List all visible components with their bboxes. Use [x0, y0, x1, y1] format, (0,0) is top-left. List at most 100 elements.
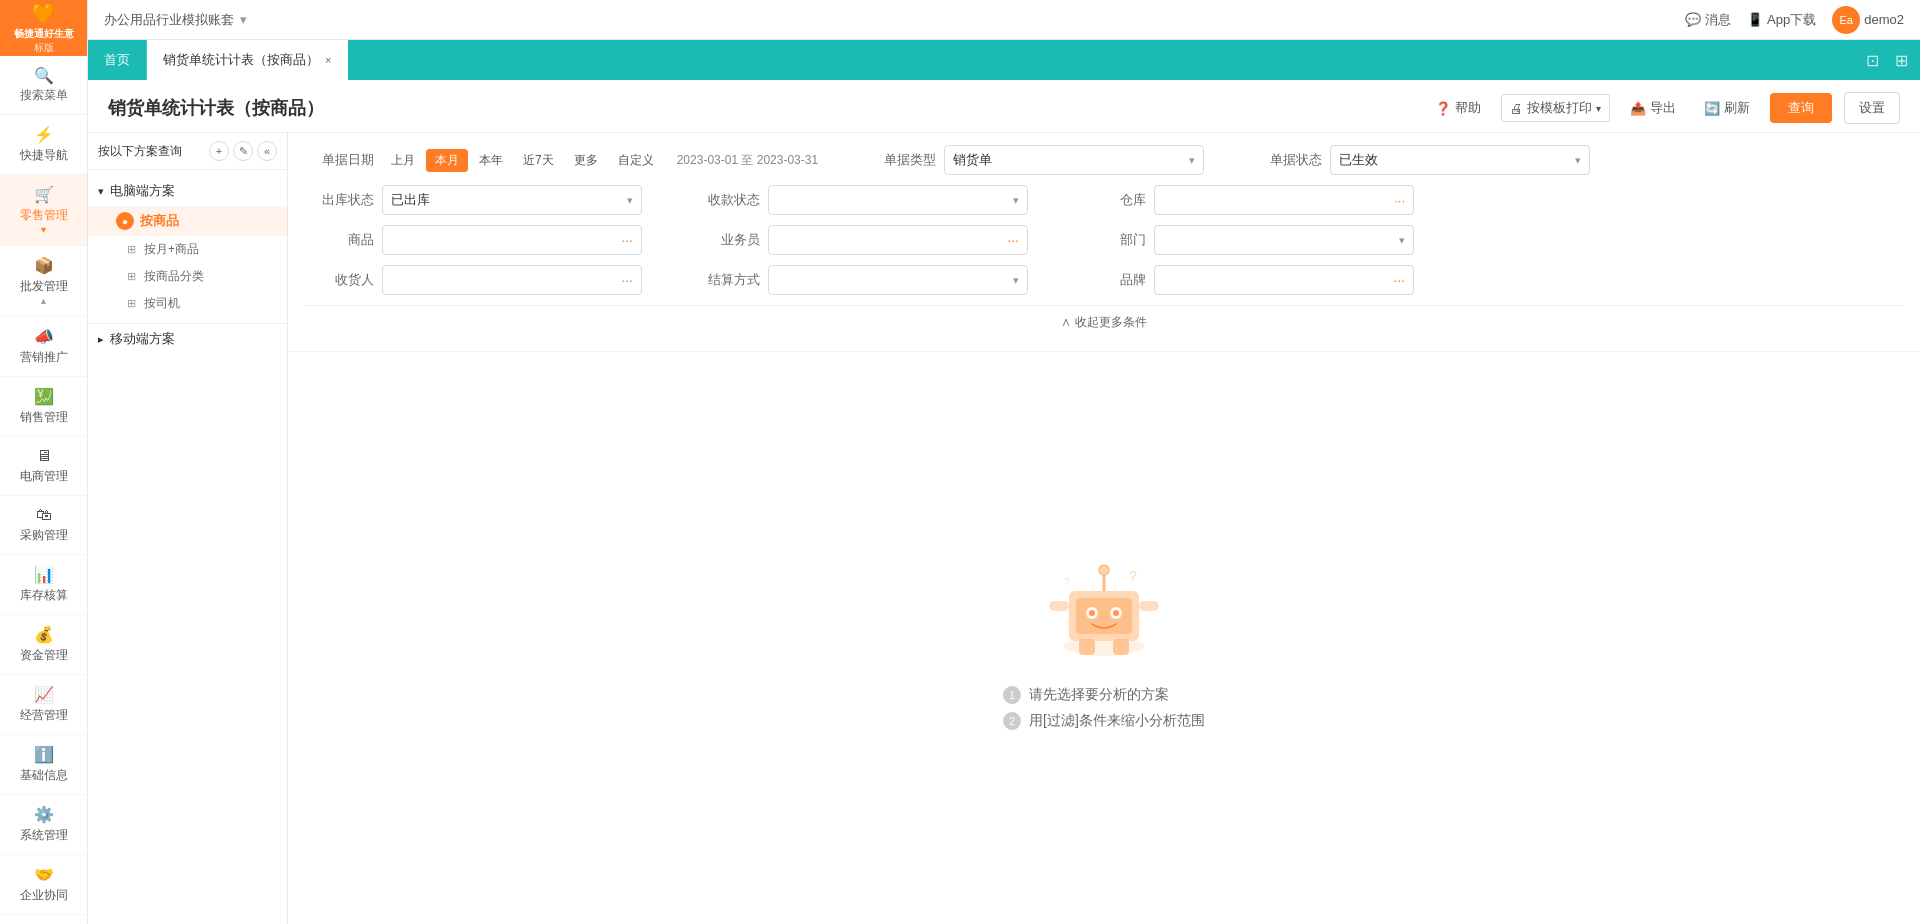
main-area: 办公用品行业模拟账套 ▾ 💬 消息 📱 App下载 Ea demo2 首页 — [88, 0, 1920, 924]
tab-close-icon[interactable]: × — [325, 54, 331, 66]
clerk-dots[interactable]: ··· — [1007, 232, 1019, 248]
pc-scheme-group[interactable]: ▾ 电脑端方案 — [88, 176, 287, 206]
user-menu[interactable]: Ea demo2 — [1832, 6, 1904, 34]
date-tab-7days[interactable]: 近7天 — [514, 149, 563, 172]
recipient-label: 收货人 — [304, 271, 374, 289]
tab-home[interactable]: 首页 — [88, 40, 147, 80]
sidebar-item-operations[interactable]: 📈 经营管理 — [0, 675, 87, 735]
sidebar-item-ecommerce[interactable]: 🖥 电商管理 — [0, 437, 87, 496]
add-scheme-button[interactable]: + — [209, 141, 229, 161]
logo-icon: 🧡 — [31, 1, 56, 25]
sidebar-item-collab[interactable]: 🤝 企业协同 — [0, 855, 87, 915]
scheme-item-by-goods[interactable]: ● 按商品 — [88, 206, 287, 236]
doc-type-select[interactable]: 销货单 ▾ — [944, 145, 1204, 175]
date-tab-this-year[interactable]: 本年 — [470, 149, 512, 172]
scheme-sub-driver[interactable]: ⊞ 按司机 — [88, 290, 287, 317]
out-status-chevron: ▾ — [627, 194, 633, 207]
brand-input[interactable]: ··· — [1154, 265, 1414, 295]
top-header: 办公用品行业模拟账套 ▾ 💬 消息 📱 App下载 Ea demo2 — [88, 0, 1920, 40]
settings-button[interactable]: 设置 — [1844, 92, 1900, 124]
date-tab-more[interactable]: 更多 — [565, 149, 607, 172]
user-avatar: Ea — [1832, 6, 1860, 34]
goods-dots[interactable]: ··· — [621, 232, 633, 248]
industry-label[interactable]: 办公用品行业模拟账套 ▾ — [104, 11, 247, 29]
content-area: 销货单统计计表（按商品） ❓ 帮助 🖨 按模板打印 ▾ 📤 导出 — [88, 80, 1920, 924]
sidebar-item-system[interactable]: ⚙️ 系统管理 — [0, 795, 87, 855]
sidebar-item-marketing[interactable]: 📣 营销推广 — [0, 317, 87, 377]
date-filter-label: 单据日期 — [304, 151, 374, 169]
export-button[interactable]: 📤 导出 — [1622, 95, 1684, 121]
sidebar-item-finance[interactable]: 💰 资金管理 — [0, 615, 87, 675]
query-button[interactable]: 查询 — [1770, 93, 1832, 123]
sidebar-item-wholesale[interactable]: 📦 批发管理 ▴ — [0, 246, 87, 317]
print-button[interactable]: 🖨 按模板打印 ▾ — [1501, 94, 1610, 122]
date-tab-last-month[interactable]: 上月 — [382, 149, 424, 172]
empty-tips: 1 请先选择要分析的方案 2 用[过滤]条件来缩小分析范围 — [1003, 686, 1205, 730]
sidebar-item-quick-nav[interactable]: ⚡ 快捷导航 — [0, 115, 87, 175]
doc-status-chevron: ▾ — [1575, 154, 1581, 167]
export-label: 导出 — [1650, 99, 1676, 117]
app-download-button[interactable]: 📱 App下载 — [1747, 11, 1816, 29]
date-range: 2023-03-01 至 2023-03-31 — [677, 152, 818, 169]
active-scheme-label: 按商品 — [140, 212, 179, 230]
date-tab-this-month[interactable]: 本月 — [426, 149, 468, 172]
goods-label: 商品 — [304, 231, 374, 249]
sub-label-2: 按商品分类 — [144, 268, 204, 285]
header-actions: 💬 消息 📱 App下载 Ea demo2 — [1685, 6, 1904, 34]
collapse-panel-button[interactable]: « — [257, 141, 277, 161]
industry-dropdown-icon[interactable]: ▾ — [240, 12, 247, 27]
settle-select[interactable]: ▾ — [768, 265, 1028, 295]
goods-input[interactable]: ··· — [382, 225, 642, 255]
sub-icon-3: ⊞ — [124, 297, 138, 311]
svg-point-5 — [1089, 610, 1095, 616]
sidebar-item-retail[interactable]: 🛒 零售管理 ▾ — [0, 175, 87, 246]
sidebar-item-guide[interactable]: 🎯 新手引导 — [0, 915, 87, 924]
refresh-button[interactable]: 🔄 刷新 — [1696, 95, 1758, 121]
message-label: 消息 — [1705, 11, 1731, 29]
date-tab-custom[interactable]: 自定义 — [609, 149, 663, 172]
brand-dots[interactable]: ··· — [1393, 272, 1405, 288]
tab-active-label: 销货单统计计表（按商品） — [163, 51, 319, 69]
warehouse-select[interactable]: ··· — [1154, 185, 1414, 215]
search-menu-item[interactable]: 🔍 搜索菜单 — [0, 56, 87, 115]
dept-select[interactable]: ▾ — [1154, 225, 1414, 255]
scheme-sub-goods-category[interactable]: ⊞ 按商品分类 — [88, 263, 287, 290]
filter-row-2: 出库状态 已出库 ▾ 收款状态 ▾ 仓库 — [304, 185, 1904, 215]
empty-state: ? ? 1 请先选择要分析的方案 2 用[过滤]条件来缩小分析范围 — [288, 352, 1920, 924]
message-icon: 💬 — [1685, 12, 1701, 27]
sidebar-item-sales[interactable]: 💹 销售管理 — [0, 377, 87, 437]
dept-chevron: ▾ — [1399, 234, 1405, 247]
edit-scheme-button[interactable]: ✎ — [233, 141, 253, 161]
ecommerce-icon: 🖥 — [36, 447, 52, 465]
refresh-icon: 🔄 — [1704, 101, 1720, 116]
sidebar-item-basic-info[interactable]: ℹ️ 基础信息 — [0, 735, 87, 795]
wholesale-icon: 📦 — [34, 256, 54, 275]
collapse-bar[interactable]: ∧ 收起更多条件 — [304, 305, 1904, 339]
tip-text-2: 用[过滤]条件来缩小分析范围 — [1029, 712, 1205, 730]
sidebar-item-purchase[interactable]: 🛍 采购管理 — [0, 496, 87, 555]
message-button[interactable]: 💬 消息 — [1685, 11, 1731, 29]
mobile-scheme-label: 移动端方案 — [110, 330, 175, 348]
empty-tip-2: 2 用[过滤]条件来缩小分析范围 — [1003, 712, 1205, 730]
tab-minimize-icon[interactable]: ⊡ — [1862, 47, 1883, 74]
doc-status-select[interactable]: 已生效 ▾ — [1330, 145, 1590, 175]
help-button[interactable]: ❓ 帮助 — [1427, 95, 1489, 121]
mobile-scheme-group[interactable]: ▸ 移动端方案 — [88, 323, 287, 354]
page-actions: ❓ 帮助 🖨 按模板打印 ▾ 📤 导出 🔄 刷新 — [1427, 92, 1900, 124]
recipient-input[interactable]: ··· — [382, 265, 642, 295]
payment-select[interactable]: ▾ — [768, 185, 1028, 215]
sidebar-item-inventory[interactable]: 📊 库存核算 — [0, 555, 87, 615]
body-split: 按以下方案查询 + ✎ « ▾ 电脑端方案 ● — [88, 133, 1920, 924]
refresh-label: 刷新 — [1724, 99, 1750, 117]
left-panel: 按以下方案查询 + ✎ « ▾ 电脑端方案 ● — [88, 133, 288, 924]
clerk-input[interactable]: ··· — [768, 225, 1028, 255]
sub-label-3: 按司机 — [144, 295, 180, 312]
app-download-label: App下载 — [1767, 11, 1816, 29]
left-panel-title: 按以下方案查询 — [98, 143, 182, 160]
tab-expand-icon[interactable]: ⊞ — [1891, 47, 1912, 74]
filter-row-3: 商品 ··· 业务员 ··· 部门 — [304, 225, 1904, 255]
out-status-select[interactable]: 已出库 ▾ — [382, 185, 642, 215]
scheme-sub-month-goods[interactable]: ⊞ 按月+商品 — [88, 236, 287, 263]
tab-active[interactable]: 销货单统计计表（按商品） × — [147, 40, 348, 80]
recipient-dots[interactable]: ··· — [621, 272, 633, 288]
